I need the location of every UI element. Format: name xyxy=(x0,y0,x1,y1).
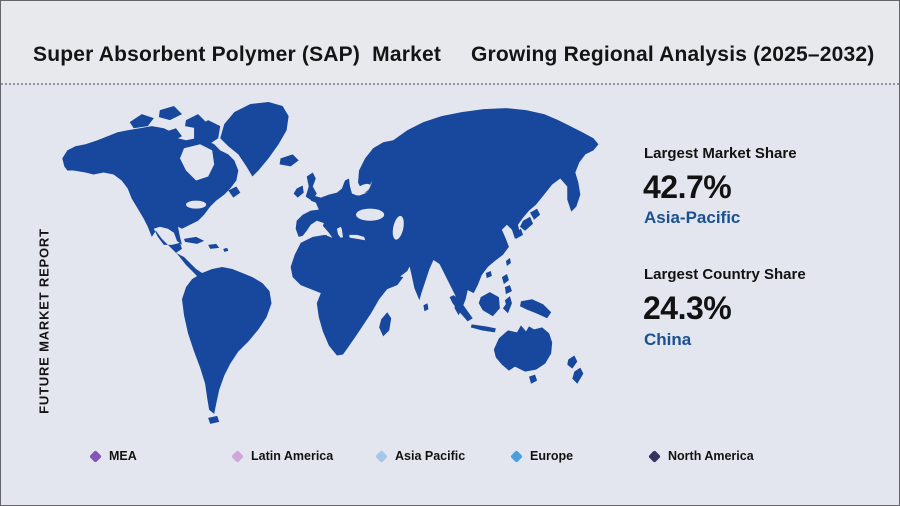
legend-dot-europe-icon xyxy=(510,449,523,463)
legend-item-latin-america: Latin America xyxy=(231,449,334,463)
legend-item-asia-pacific: Asia Pacific xyxy=(375,449,466,463)
legend-dot-north-america-icon xyxy=(648,449,661,463)
header-band: Super Absorbent Polymer (SAP) Market Gro… xyxy=(1,1,899,84)
legend-item-europe: Europe xyxy=(510,449,574,463)
stat-market-share-value: 42.7% xyxy=(643,169,732,205)
dotted-separator xyxy=(1,83,899,85)
legend-item-north-america: North America xyxy=(648,449,754,463)
legend-dot-mea-icon xyxy=(89,449,102,463)
legend-label-north-america: North America xyxy=(668,449,754,463)
legend-label-mea: MEA xyxy=(109,449,137,463)
stat-market-share-region: Asia-Pacific xyxy=(644,208,741,227)
legend-dot-asia-pacific-icon xyxy=(375,449,388,463)
brand-vertical-text: FUTURE MARKET REPORT xyxy=(36,228,52,414)
page-title-right: Growing Regional Analysis (2025–2032) xyxy=(471,43,875,66)
infographic-frame: Super Absorbent Polymer (SAP) Market Gro… xyxy=(0,0,900,506)
world-map-svg xyxy=(62,102,599,424)
stat-country-share-label: Largest Country Share xyxy=(644,266,806,283)
world-map xyxy=(59,96,645,436)
page-title-left: Super Absorbent Polymer (SAP) Market xyxy=(33,43,442,66)
legend-item-mea: MEA xyxy=(89,449,137,463)
legend-label-europe: Europe xyxy=(530,449,574,463)
stat-country-share-region: China xyxy=(644,330,692,349)
legend-label-asia-pacific: Asia Pacific xyxy=(395,449,466,463)
stat-market-share-label: Largest Market Share xyxy=(644,145,797,162)
stat-country-share-value: 24.3% xyxy=(643,290,732,326)
legend-dot-latin-america-icon xyxy=(231,449,244,463)
map-land xyxy=(62,102,599,424)
legend-label-latin-america: Latin America xyxy=(251,449,334,463)
